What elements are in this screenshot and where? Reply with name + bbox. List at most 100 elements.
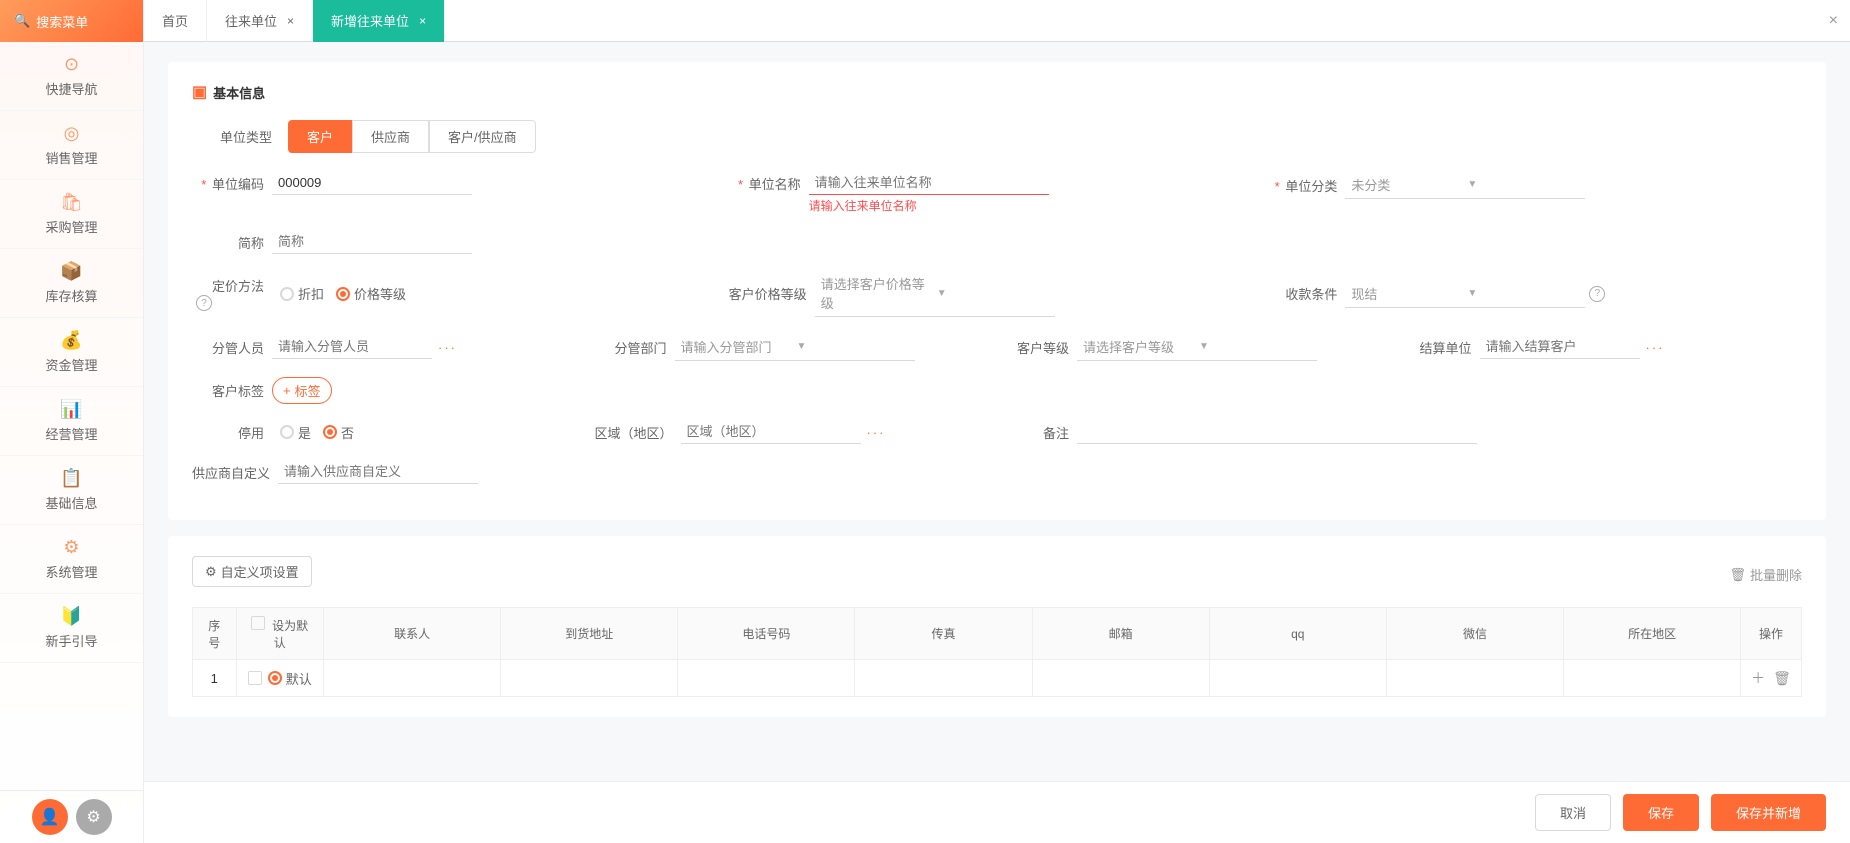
fax-input[interactable] xyxy=(865,671,1021,686)
customer-price-level-field: 客户价格等级 请选择客户价格等级 ▼ xyxy=(729,270,1266,317)
sidebar-item-guide[interactable]: 🔰 新手引导 xyxy=(0,594,143,663)
default-radio-option[interactable]: 默认 xyxy=(268,669,312,688)
unit-code-input[interactable] xyxy=(272,171,472,195)
department-select[interactable]: 请输入分管部门 ▼ xyxy=(675,333,915,361)
settlement-unit-input[interactable] xyxy=(1480,335,1640,359)
save-new-button[interactable]: 保存并新增 xyxy=(1711,794,1826,831)
disabled-no-option[interactable]: 否 xyxy=(323,423,354,442)
operation-icon: 📊 xyxy=(60,399,82,420)
sidebar-item-inventory[interactable]: 📦 库存核算 xyxy=(0,249,143,318)
unit-type-both[interactable]: 客户/供应商 xyxy=(429,120,536,153)
main-area: 首页 往来单位 × 新增往来单位 × × ▣ 基本信息 单位类型 客户 供应商 … xyxy=(144,0,1850,843)
sidebar-item-quick-nav[interactable]: ⊙ 快捷导航 xyxy=(0,42,143,111)
close-all-tabs[interactable]: × xyxy=(1829,12,1838,30)
contact-input[interactable] xyxy=(334,671,490,686)
sidebar-item-label: 基础信息 xyxy=(45,493,97,512)
note-field: 备注 xyxy=(997,420,1802,444)
payment-terms-help-icon[interactable]: ? xyxy=(1589,286,1605,302)
sidebar-settings-btn[interactable]: ⚙ xyxy=(76,799,112,835)
required-star2: * xyxy=(738,177,743,192)
note-label: 备注 xyxy=(997,423,1077,442)
batch-delete-btn[interactable]: 🗑 批量删除 xyxy=(1729,565,1802,584)
tab-new-partner-label: 新增往来单位 xyxy=(331,11,409,30)
sidebar-item-basic[interactable]: 📋 基础信息 xyxy=(0,456,143,525)
phone-input[interactable] xyxy=(688,671,844,686)
disabled-yes-radio[interactable] xyxy=(280,425,294,439)
sidebar-item-system[interactable]: ⚙ 系统管理 xyxy=(0,525,143,594)
supplier-custom-label: 供应商自定义 xyxy=(192,463,278,482)
form-row-tag: 客户标签 + 标签 xyxy=(192,377,1802,404)
qq-input[interactable] xyxy=(1220,671,1376,686)
disabled-yes-option[interactable]: 是 xyxy=(280,423,311,442)
col-phone: 电话号码 xyxy=(678,608,855,660)
manager-more-btn[interactable]: ··· xyxy=(432,340,463,355)
tab-partners[interactable]: 往来单位 × xyxy=(207,0,313,42)
settlement-unit-label: 结算单位 xyxy=(1400,338,1480,357)
pricing-level-label: 价格等级 xyxy=(354,284,406,303)
unit-type-supplier[interactable]: 供应商 xyxy=(352,120,429,153)
row-checkbox[interactable] xyxy=(248,671,262,685)
tab-home-label: 首页 xyxy=(162,11,188,30)
pricing-method-label: 定价方法 ? xyxy=(192,276,272,311)
region-more-btn[interactable]: ··· xyxy=(861,425,892,440)
tab-home[interactable]: 首页 xyxy=(144,0,207,42)
sidebar-item-sales[interactable]: ◎ 销售管理 xyxy=(0,111,143,180)
pricing-level-option[interactable]: 价格等级 xyxy=(336,284,406,303)
short-name-field: 简称 xyxy=(192,230,1802,254)
address-input[interactable] xyxy=(511,671,667,686)
unit-category-arrow: ▼ xyxy=(1467,179,1579,190)
payment-terms-select[interactable]: 现结 ▼ xyxy=(1345,280,1585,308)
pricing-discount-radio[interactable] xyxy=(280,287,294,301)
sidebar-item-label: 销售管理 xyxy=(45,148,97,167)
add-tag-btn[interactable]: + 标签 xyxy=(272,377,332,404)
save-button[interactable]: 保存 xyxy=(1623,794,1699,831)
contact-table: 序号 设为默认 联系人 到货地址 电话号码 传真 邮箱 qq 微信 所在地区 xyxy=(192,607,1802,697)
unit-name-input[interactable] xyxy=(809,171,1049,195)
settings-gear-icon: ⚙ xyxy=(205,564,217,580)
delete-row-icon[interactable]: 🗑 xyxy=(1773,670,1791,687)
tab-new-partner-close[interactable]: × xyxy=(419,14,426,28)
unit-type-customer[interactable]: 客户 xyxy=(288,120,352,153)
pricing-level-radio[interactable] xyxy=(336,287,350,301)
sidebar-bottom: 👤 ⚙ xyxy=(0,790,143,843)
sidebar-item-purchase[interactable]: 🛍 采购管理 xyxy=(0,180,143,249)
email-input[interactable] xyxy=(1043,671,1199,686)
supplier-custom-field: 供应商自定义 xyxy=(192,460,1802,484)
tab-new-partner[interactable]: 新增往来单位 × xyxy=(313,0,445,42)
short-name-input[interactable] xyxy=(272,230,472,254)
customer-level-select[interactable]: 请选择客户等级 ▼ xyxy=(1077,333,1317,361)
note-input[interactable] xyxy=(1077,420,1477,444)
section-title-text: 基本信息 xyxy=(213,83,265,102)
pricing-help-icon[interactable]: ? xyxy=(196,295,212,311)
supplier-custom-input[interactable] xyxy=(278,460,478,484)
region-table-input[interactable] xyxy=(1574,671,1730,686)
table-row: 1 默认 xyxy=(193,660,1802,697)
add-row-icon[interactable]: ＋ xyxy=(1751,668,1765,688)
settlement-unit-more-btn[interactable]: ··· xyxy=(1640,340,1671,355)
cancel-button[interactable]: 取消 xyxy=(1535,794,1611,831)
sidebar-item-finance[interactable]: 💰 资金管理 xyxy=(0,318,143,387)
unit-category-field: * 单位分类 未分类 ▼ xyxy=(1265,171,1802,199)
department-label: 分管部门 xyxy=(595,338,675,357)
unit-category-select[interactable]: 未分类 ▼ xyxy=(1345,171,1585,199)
tab-partners-close[interactable]: × xyxy=(287,14,294,28)
cell-seq: 1 xyxy=(193,660,237,697)
manager-input[interactable] xyxy=(272,335,432,359)
sidebar: 🔍 搜索菜单 ⊙ 快捷导航 ◎ 销售管理 🛍 采购管理 📦 库存核算 💰 资金管… xyxy=(0,0,144,843)
region-input[interactable] xyxy=(681,420,861,444)
form-row-pricing: 定价方法 ? 折扣 价格等级 xyxy=(192,270,1802,317)
default-radio[interactable] xyxy=(268,671,282,685)
sidebar-item-operation[interactable]: 📊 经营管理 xyxy=(0,387,143,456)
wechat-input[interactable] xyxy=(1397,671,1553,686)
payment-terms-field: 收款条件 现结 ▼ ? xyxy=(1265,280,1802,308)
disabled-no-radio[interactable] xyxy=(323,425,337,439)
sidebar-item-label: 资金管理 xyxy=(45,355,97,374)
pricing-radio-group: 折扣 价格等级 xyxy=(280,284,406,303)
sidebar-user-btn[interactable]: 👤 xyxy=(32,799,68,835)
custom-settings-label: 自定义项设置 xyxy=(221,562,299,581)
custom-settings-btn[interactable]: ⚙ 自定义项设置 xyxy=(192,556,312,587)
select-all-checkbox[interactable] xyxy=(251,616,265,630)
sidebar-search[interactable]: 🔍 搜索菜单 xyxy=(0,0,143,42)
customer-price-level-select[interactable]: 请选择客户价格等级 ▼ xyxy=(815,270,1055,317)
pricing-discount-option[interactable]: 折扣 xyxy=(280,284,324,303)
